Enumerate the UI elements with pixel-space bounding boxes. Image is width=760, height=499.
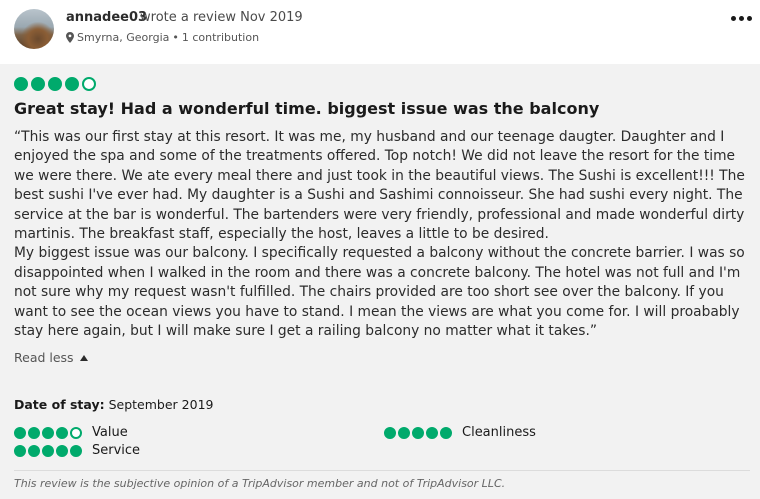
- review-paragraph: My biggest issue was our balcony. I spec…: [14, 245, 745, 340]
- subrating-label: Value: [92, 425, 128, 440]
- subrating-label: Service: [92, 443, 141, 458]
- filled-bubble-icon: [412, 426, 424, 439]
- read-less-button[interactable]: Read less: [14, 350, 88, 365]
- subrating-service: Service: [14, 443, 140, 458]
- review-paragraph: “This was our first stay at this resort.…: [14, 129, 745, 243]
- filled-bubble-icon: [31, 77, 45, 91]
- empty-bubble-icon: [70, 426, 82, 439]
- avatar[interactable]: [14, 9, 54, 49]
- divider: [14, 470, 750, 471]
- meta-separator: •: [172, 31, 179, 44]
- date-of-stay: Date of stay: September 2019: [14, 397, 213, 412]
- reviewer-location: Smyrna, Georgia: [77, 31, 170, 44]
- cleanliness-rating-bubbles: [384, 426, 452, 439]
- subrating-value: Value: [14, 425, 128, 440]
- filled-bubble-icon: [70, 444, 82, 457]
- filled-bubble-icon: [28, 426, 40, 439]
- filled-bubble-icon: [384, 426, 396, 439]
- disclaimer: This review is the subjective opinion of…: [14, 477, 506, 490]
- filled-bubble-icon: [426, 426, 438, 439]
- empty-bubble-icon: [82, 77, 96, 91]
- service-rating-bubbles: [14, 444, 82, 457]
- username-link[interactable]: annadee03: [66, 10, 147, 25]
- map-pin-icon: [66, 32, 74, 43]
- overall-rating: [14, 77, 96, 91]
- filled-bubble-icon: [42, 444, 54, 457]
- filled-bubble-icon: [65, 77, 79, 91]
- reviewer-meta: Smyrna, Georgia • 1 contribution: [66, 31, 259, 44]
- filled-bubble-icon: [14, 426, 26, 439]
- subrating-label: Cleanliness: [462, 425, 536, 440]
- filled-bubble-icon: [48, 77, 62, 91]
- review-date-text: wrote a review Nov 2019: [140, 10, 303, 25]
- filled-bubble-icon: [398, 426, 410, 439]
- filled-bubble-icon: [42, 426, 54, 439]
- review-header: annadee03 wrote a review Nov 2019 Smyrna…: [0, 0, 760, 64]
- read-less-label: Read less: [14, 350, 74, 365]
- filled-bubble-icon: [28, 444, 40, 457]
- filled-bubble-icon: [14, 77, 28, 91]
- date-of-stay-value: September 2019: [108, 397, 214, 412]
- filled-bubble-icon: [56, 444, 68, 457]
- review-text: “This was our first stay at this resort.…: [14, 128, 758, 341]
- subrating-cleanliness: Cleanliness: [384, 425, 536, 440]
- filled-bubble-icon: [14, 444, 26, 457]
- more-options-icon[interactable]: [731, 16, 752, 21]
- reviewer-contributions: 1 contribution: [181, 31, 260, 44]
- caret-up-icon: [79, 354, 88, 361]
- filled-bubble-icon: [56, 426, 68, 439]
- value-rating-bubbles: [14, 426, 82, 439]
- review-title[interactable]: Great stay! Had a wonderful time. bigges…: [14, 99, 599, 118]
- filled-bubble-icon: [440, 426, 452, 439]
- date-of-stay-label: Date of stay:: [14, 397, 105, 412]
